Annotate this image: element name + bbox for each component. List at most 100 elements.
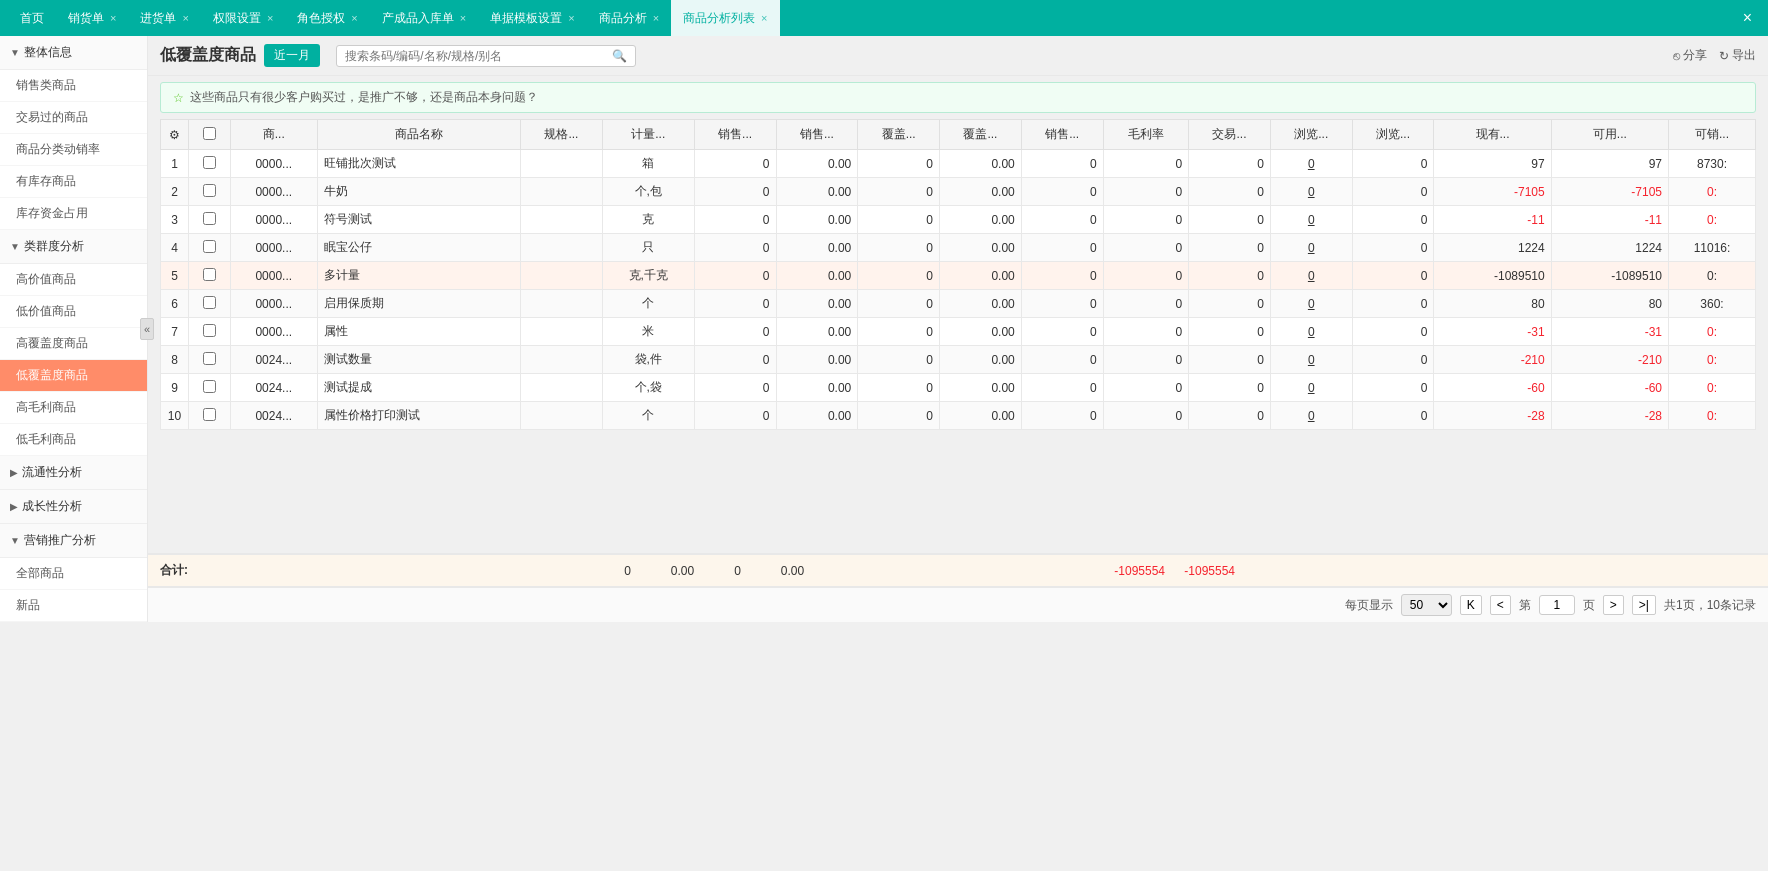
- row-checkbox[interactable]: [203, 240, 216, 253]
- arrow-right-icon2: ▶: [10, 501, 18, 512]
- nav-close-sales[interactable]: ×: [110, 12, 116, 24]
- export-button[interactable]: ↻ 导出: [1719, 47, 1756, 64]
- nav-purchase-order[interactable]: 进货单 ×: [128, 0, 200, 36]
- col-code: 商...: [230, 120, 317, 150]
- sidebar-item-high-coverage[interactable]: 高覆盖度商品: [0, 328, 147, 360]
- row-cover1: 0: [858, 346, 940, 374]
- sidebar-toggle-button[interactable]: «: [140, 318, 154, 340]
- row-sales2: 0.00: [776, 318, 858, 346]
- next-page-button[interactable]: >: [1603, 595, 1624, 615]
- row-spec: [521, 402, 603, 430]
- row-stock2: 97: [1551, 150, 1668, 178]
- pagination-bar: 每页显示 50 20 100 K < 第 页 > >| 共1页，10条记录: [148, 587, 1768, 622]
- row-checkbox[interactable]: [203, 296, 216, 309]
- sidebar-item-new-goods[interactable]: 新品: [0, 590, 147, 622]
- row-stock2: -1089510: [1551, 262, 1668, 290]
- nav-goods-analysis[interactable]: 商品分析 ×: [587, 0, 671, 36]
- row-checkbox[interactable]: [203, 184, 216, 197]
- settings-col-header[interactable]: ⚙: [161, 120, 189, 150]
- col-browse2: 浏览...: [1352, 120, 1434, 150]
- period-button[interactable]: 近一月: [264, 44, 320, 67]
- row-cover1: 0: [858, 150, 940, 178]
- row-code: 0000...: [230, 262, 317, 290]
- sidebar-item-category-rate[interactable]: 商品分类动销率: [0, 134, 147, 166]
- row-sales2: 0.00: [776, 290, 858, 318]
- first-page-button[interactable]: K: [1460, 595, 1482, 615]
- row-sales1: 0: [694, 290, 776, 318]
- page-input[interactable]: [1539, 595, 1575, 615]
- nav-close-analysis-list[interactable]: ×: [761, 12, 767, 24]
- row-checkbox[interactable]: [203, 408, 216, 421]
- row-browse1: 0: [1270, 262, 1352, 290]
- row-sales1: 0: [694, 206, 776, 234]
- row-cover1: 0: [858, 318, 940, 346]
- row-name: 牛奶: [317, 178, 520, 206]
- sidebar-item-low-coverage[interactable]: 低覆盖度商品: [0, 360, 147, 392]
- page-title: 低覆盖度商品: [160, 45, 256, 66]
- row-stock3: 360:: [1669, 290, 1756, 318]
- row-checkbox[interactable]: [203, 156, 216, 169]
- row-checkbox[interactable]: [203, 212, 216, 225]
- nav-close-analysis[interactable]: ×: [653, 12, 659, 24]
- nav-goods-analysis-list[interactable]: 商品分析列表 ×: [671, 0, 779, 36]
- nav-role-auth[interactable]: 角色授权 ×: [285, 0, 369, 36]
- nav-products-in[interactable]: 产成品入库单 ×: [370, 0, 478, 36]
- window-close-button[interactable]: ×: [1735, 9, 1760, 27]
- last-page-button[interactable]: >|: [1632, 595, 1656, 615]
- sidebar-item-stock-fund[interactable]: 库存资金占用: [0, 198, 147, 230]
- row-checkbox[interactable]: [203, 352, 216, 365]
- sidebar-group-growth[interactable]: ▶ 成长性分析: [0, 490, 147, 524]
- nav-home[interactable]: 首页: [8, 0, 56, 36]
- prev-page-button[interactable]: <: [1490, 595, 1511, 615]
- row-checkbox[interactable]: [203, 268, 216, 281]
- per-page-select[interactable]: 50 20 100: [1401, 594, 1452, 616]
- nav-permissions[interactable]: 权限设置 ×: [201, 0, 285, 36]
- nav-sales-order[interactable]: 销货单 ×: [56, 0, 128, 36]
- sidebar-item-traded-goods[interactable]: 交易过的商品: [0, 102, 147, 134]
- row-sales3: 0: [1021, 318, 1103, 346]
- sidebar-item-high-margin[interactable]: 高毛利商品: [0, 392, 147, 424]
- nav-close-permissions[interactable]: ×: [267, 12, 273, 24]
- nav-template[interactable]: 单据模板设置 ×: [478, 0, 586, 36]
- checkbox-col-header[interactable]: [189, 120, 231, 150]
- row-name: 旺铺批次测试: [317, 150, 520, 178]
- nav-close-role[interactable]: ×: [351, 12, 357, 24]
- nav-close-products[interactable]: ×: [460, 12, 466, 24]
- sidebar-group-cluster[interactable]: ▼ 类群度分析: [0, 230, 147, 264]
- row-cover2: 0.00: [940, 290, 1022, 318]
- table-header-row: ⚙ 商... 商品名称 规格... 计量... 销售... 销售... 覆盖..…: [161, 120, 1756, 150]
- row-stock2: 80: [1551, 290, 1668, 318]
- sidebar-group-flow[interactable]: ▶ 流通性分析: [0, 456, 147, 490]
- sidebar-group-marketing[interactable]: ▼ 营销推广分析: [0, 524, 147, 558]
- row-sales3: 0: [1021, 290, 1103, 318]
- search-box: 🔍: [336, 45, 636, 67]
- row-number: 2: [161, 178, 189, 206]
- sidebar-item-stocked-goods[interactable]: 有库存商品: [0, 166, 147, 198]
- nav-close-template[interactable]: ×: [568, 12, 574, 24]
- row-code: 0024...: [230, 374, 317, 402]
- content-area: 低覆盖度商品 近一月 🔍 ⎋ 分享 ↻ 导出 ☆ 这些商品只有很少客户购买: [148, 36, 1768, 622]
- nav-close-purchase[interactable]: ×: [182, 12, 188, 24]
- row-stock1: -60: [1434, 374, 1551, 402]
- row-checkbox[interactable]: [203, 380, 216, 393]
- row-stock2: -210: [1551, 346, 1668, 374]
- share-button[interactable]: ⎋ 分享: [1673, 47, 1707, 64]
- search-input[interactable]: [345, 49, 612, 63]
- sidebar-item-low-value[interactable]: 低价值商品: [0, 296, 147, 328]
- sidebar-item-all-goods[interactable]: 全部商品: [0, 558, 147, 590]
- header-actions: ⎋ 分享 ↻ 导出: [1673, 47, 1756, 64]
- row-sales1: 0: [694, 150, 776, 178]
- sidebar-item-sales-goods[interactable]: 销售类商品: [0, 70, 147, 102]
- row-gross: 0: [1103, 290, 1189, 318]
- sidebar-item-high-value[interactable]: 高价值商品: [0, 264, 147, 296]
- row-checkbox[interactable]: [203, 324, 216, 337]
- row-sales1: 0: [694, 346, 776, 374]
- row-spec: [521, 346, 603, 374]
- sidebar-group-overall[interactable]: ▼ 整体信息: [0, 36, 147, 70]
- row-sales3: 0: [1021, 206, 1103, 234]
- row-code: 0024...: [230, 346, 317, 374]
- select-all-checkbox[interactable]: [203, 127, 216, 140]
- sidebar-item-low-margin[interactable]: 低毛利商品: [0, 424, 147, 456]
- row-stock1: -11: [1434, 206, 1551, 234]
- col-stock2: 可用...: [1551, 120, 1668, 150]
